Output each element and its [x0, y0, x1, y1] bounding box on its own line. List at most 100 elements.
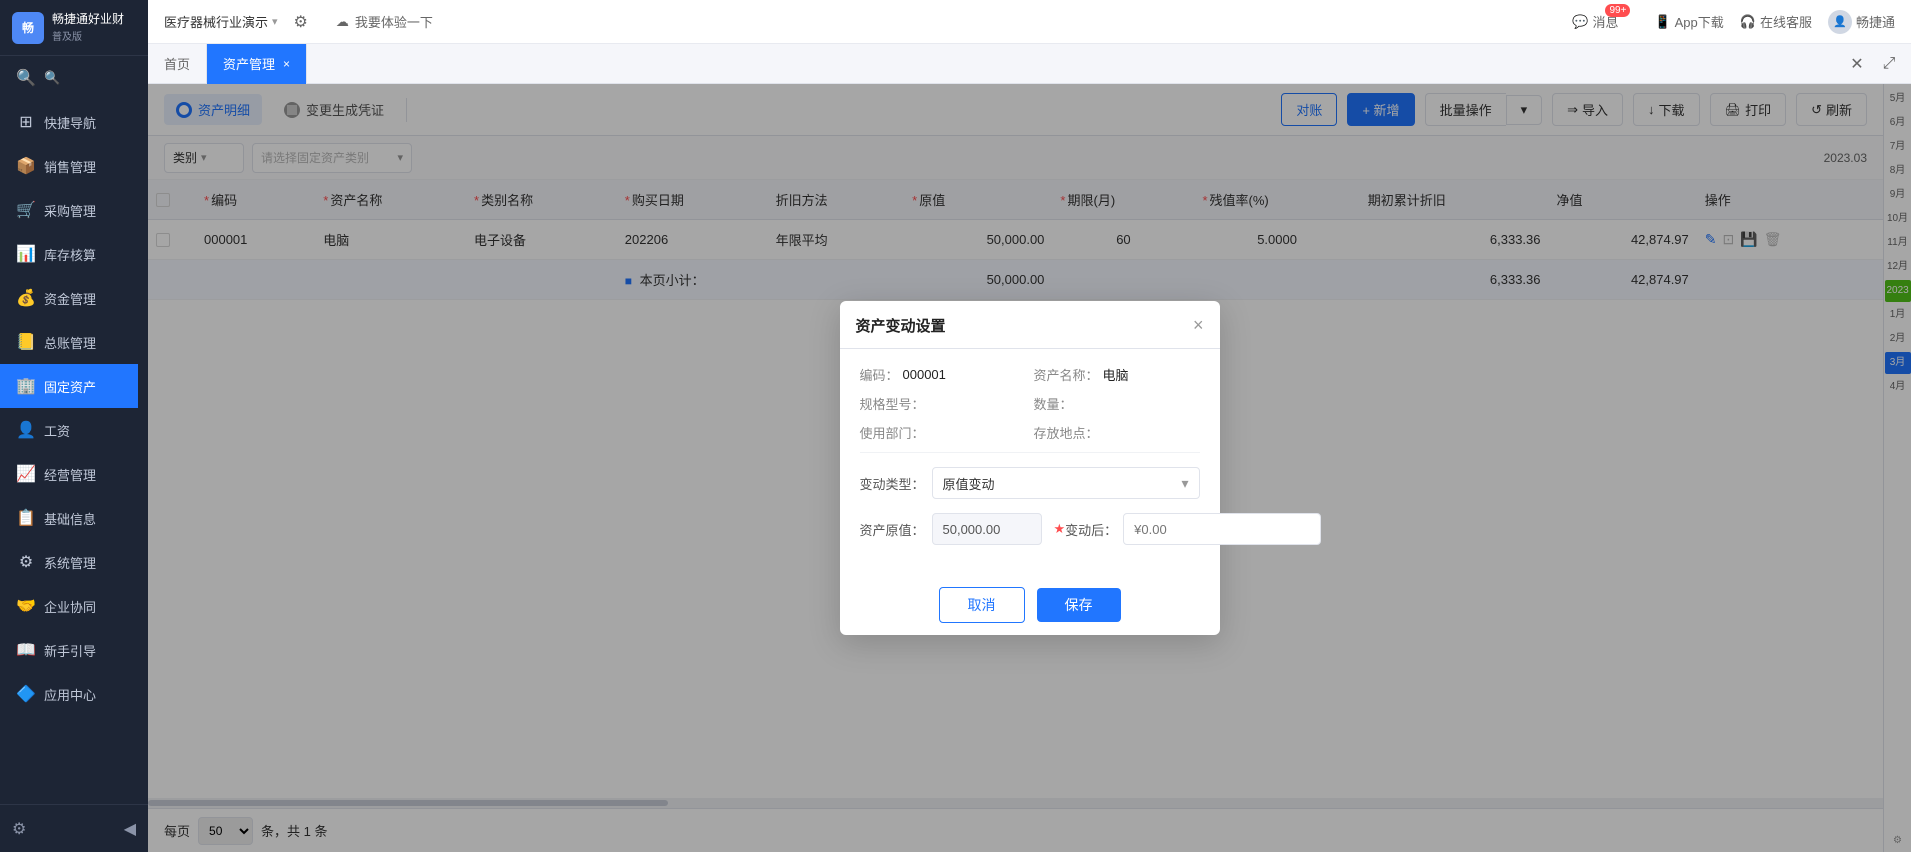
content-area: 资产明细 变更生成凭证 对账 + 新增 批量	[148, 84, 1911, 852]
inventory-icon: 📊	[16, 244, 36, 264]
sidebar-item-quicknav-label: 快捷导航	[44, 113, 96, 132]
modal-change-type-label: 变动类型：	[860, 474, 932, 493]
modal-header: 资产变动设置 ×	[840, 301, 1220, 349]
settings-icon[interactable]: ⚙	[294, 12, 308, 32]
modal-change-type-row: 变动类型： 原值变动 ▾	[860, 467, 1200, 499]
modal-info-row-3: 使用部门： 存放地点：	[860, 423, 1200, 442]
modal-divider	[860, 452, 1200, 453]
tab-close-btn[interactable]: ✕	[1843, 50, 1871, 78]
sidebar-item-fixed-assets[interactable]: 🏢 固定资产	[0, 364, 148, 408]
avatar: 👤	[1828, 10, 1852, 34]
modal-change-type-select[interactable]: 原值变动 ▾	[932, 467, 1200, 499]
tab-bar: 首页 资产管理 × ✕ ⤢	[148, 44, 1911, 84]
message-icon: 💬	[1572, 14, 1588, 30]
sidebar-item-enterprise[interactable]: 🤝 企业协同	[0, 584, 148, 628]
topbar: 医疗器械行业演示 ▾ ⚙ ☁ 我要体验一下 💬 消息 99+ 📱 App下载 🎧…	[148, 0, 1911, 44]
cloud-trial-label: 我要体验一下	[355, 12, 433, 31]
base-info-icon: 📋	[16, 508, 36, 528]
sidebar-item-enterprise-label: 企业协同	[44, 597, 96, 616]
search-icon: 🔍	[16, 68, 36, 88]
system-icon: ⚙	[16, 552, 36, 572]
modal-info-row-1: 编码： 000001 资产名称： 电脑	[860, 365, 1200, 384]
app-download-label: App下载	[1675, 12, 1724, 31]
logo-text-block: 畅捷通好业财 普及版	[52, 12, 124, 43]
sidebar-bottom: ⚙ ◀	[0, 804, 148, 852]
modal-name-label: 资产名称：	[1034, 365, 1099, 384]
settings-bottom-icon[interactable]: ⚙	[12, 819, 26, 839]
sidebar-item-sales-label: 销售管理	[44, 157, 96, 176]
sales-icon: 📦	[16, 156, 36, 176]
payroll-icon: 👤	[16, 420, 36, 440]
tab-assets-label: 资产管理	[223, 54, 275, 73]
collapse-icon[interactable]: ◀	[124, 819, 136, 839]
modal-name-field: 资产名称： 电脑	[1034, 365, 1200, 384]
message-badge: 99+	[1605, 4, 1630, 17]
modal-after-label: 变动后：	[1065, 520, 1117, 539]
tab-expand-btn[interactable]: ⤢	[1875, 50, 1903, 78]
modal-required-mark: ★	[1054, 521, 1066, 537]
cloud-trial[interactable]: ☁ 我要体验一下	[336, 12, 433, 31]
sidebar-item-guide-label: 新手引导	[44, 641, 96, 660]
modal-title: 资产变动设置	[856, 315, 946, 336]
sidebar-item-app-center[interactable]: 🔷 应用中心	[0, 672, 148, 716]
sidebar-item-inventory[interactable]: 📊 库存核算	[0, 232, 148, 276]
fixed-assets-icon: 🏢	[16, 376, 36, 396]
sidebar-item-funds[interactable]: 💰 资金管理	[0, 276, 148, 320]
online-service-btn[interactable]: 🎧 在线客服	[1740, 12, 1812, 31]
company-selector[interactable]: 医疗器械行业演示 ▾	[164, 12, 278, 31]
modal-original-value-label: 资产原值：	[860, 520, 932, 539]
modal-code-value: 000001	[903, 367, 946, 382]
modal-overlay: 资产变动设置 × 编码： 000001 资产名称： 电脑	[148, 84, 1911, 852]
modal-close-btn[interactable]: ×	[1193, 315, 1204, 336]
sidebar-logo: 畅 畅捷通好业财 普及版	[0, 0, 148, 56]
sidebar-item-system[interactable]: ⚙ 系统管理	[0, 540, 148, 584]
sidebar-item-ledger[interactable]: 📒 总账管理	[0, 320, 148, 364]
sidebar-item-quicknav[interactable]: ⊞ 快捷导航	[0, 100, 148, 144]
sidebar-item-purchase-label: 采购管理	[44, 201, 96, 220]
modal-footer: 取消 保存	[840, 575, 1220, 635]
sidebar-item-funds-label: 资金管理	[44, 289, 96, 308]
tab-assets[interactable]: 资产管理 ×	[207, 44, 307, 84]
tab-close-icon[interactable]: ×	[283, 57, 290, 71]
modal-body: 编码： 000001 资产名称： 电脑 规格型号：	[840, 349, 1220, 575]
sidebar-item-guide[interactable]: 📖 新手引导	[0, 628, 148, 672]
sidebar-item-search[interactable]: 🔍 🔍	[0, 56, 148, 100]
modal-quantity-field: 数量：	[1034, 394, 1200, 413]
sidebar-scroll: 🔍 🔍 ⊞ 快捷导航 📦 销售管理 🛒 采购管理 📊 库存核算 💰 资金管理 📒…	[0, 56, 148, 804]
app-center-icon: 🔷	[16, 684, 36, 704]
tab-home[interactable]: 首页	[148, 44, 207, 84]
modal-code-field: 编码： 000001	[860, 365, 1026, 384]
modal-spec-label: 规格型号：	[860, 394, 925, 413]
sidebar-item-inventory-label: 库存核算	[44, 245, 96, 264]
modal-dept-label: 使用部门：	[860, 423, 925, 442]
main-area: 医疗器械行业演示 ▾ ⚙ ☁ 我要体验一下 💬 消息 99+ 📱 App下载 🎧…	[148, 0, 1911, 852]
cancel-button[interactable]: 取消	[939, 587, 1025, 623]
logo-main-text: 畅捷通好业财	[52, 12, 124, 28]
sidebar-item-sales[interactable]: 📦 销售管理	[0, 144, 148, 188]
logo-edition: 普及版	[52, 28, 124, 43]
sidebar-item-base-info-label: 基础信息	[44, 509, 96, 528]
modal-original-value-display: 50,000.00	[932, 513, 1042, 545]
sidebar-item-purchase[interactable]: 🛒 采购管理	[0, 188, 148, 232]
ledger-icon: 📒	[16, 332, 36, 352]
quicknav-icon: ⊞	[16, 112, 36, 132]
sidebar-item-app-center-label: 应用中心	[44, 685, 96, 704]
service-icon: 🎧	[1740, 14, 1756, 30]
username: 畅捷通	[1856, 12, 1895, 31]
sidebar-item-payroll[interactable]: 👤 工资	[0, 408, 148, 452]
company-arrow-icon: ▾	[272, 15, 278, 28]
tab-home-label: 首页	[164, 54, 190, 73]
app-download-btn[interactable]: 📱 App下载	[1654, 12, 1723, 31]
modal-dept-field: 使用部门：	[860, 423, 1026, 442]
cloud-icon: ☁	[336, 14, 349, 30]
sidebar-item-operations[interactable]: 📈 经营管理	[0, 452, 148, 496]
user-menu[interactable]: 👤 畅捷通	[1828, 10, 1895, 34]
modal-spec-field: 规格型号：	[860, 394, 1026, 413]
modal-change-type-arrow-icon: ▾	[1181, 475, 1188, 492]
online-service-label: 在线客服	[1760, 12, 1812, 31]
app-download-icon: 📱	[1654, 14, 1670, 30]
save-button[interactable]: 保存	[1037, 588, 1121, 622]
sidebar-item-base-info[interactable]: 📋 基础信息	[0, 496, 148, 540]
message-btn[interactable]: 💬 消息 99+	[1572, 12, 1618, 31]
modal-after-input[interactable]	[1123, 513, 1321, 545]
